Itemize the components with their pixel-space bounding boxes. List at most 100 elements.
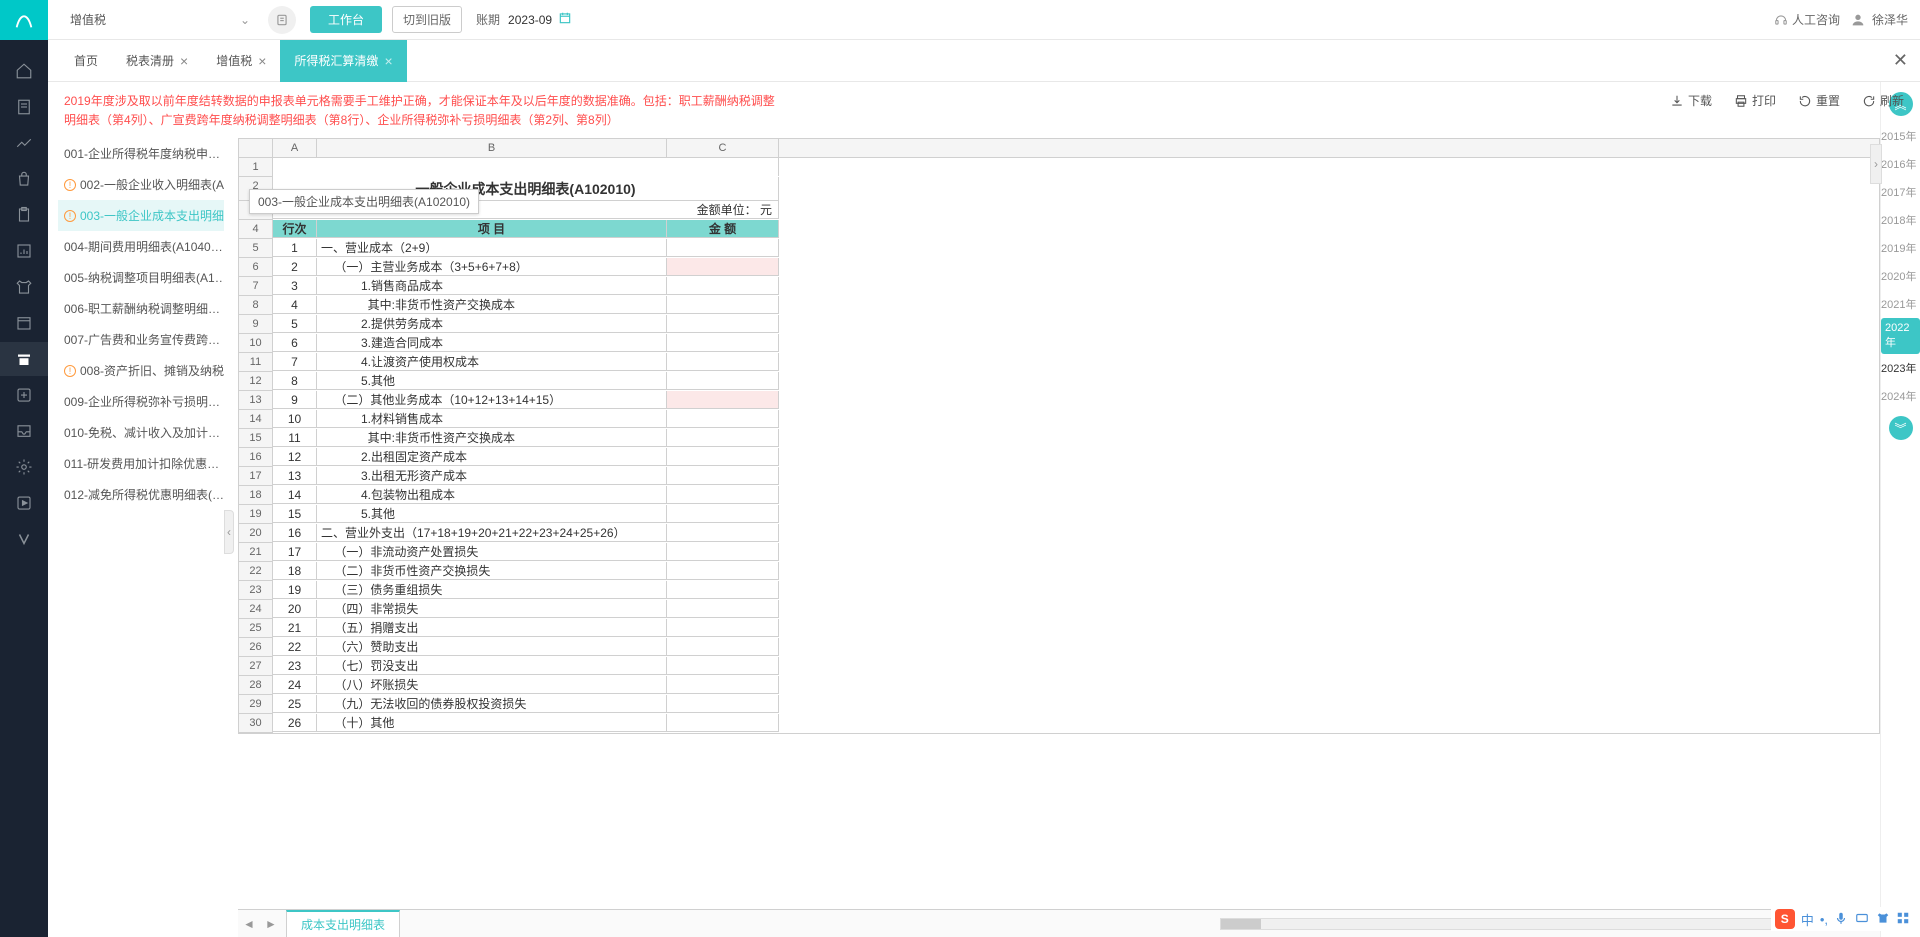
cell[interactable]: 25 — [273, 695, 317, 713]
cell[interactable] — [667, 486, 779, 504]
cell[interactable]: （一）非流动资产处置损失 — [317, 543, 667, 561]
row-header[interactable]: 9 — [239, 315, 273, 334]
form-list-item[interactable]: !003-一般企业成本支出明细… — [58, 200, 224, 231]
cell[interactable]: 23 — [273, 657, 317, 675]
cell[interactable]: 二、营业外支出（17+18+19+20+21+22+23+24+25+26） — [317, 524, 667, 542]
cell[interactable]: （七）罚没支出 — [317, 657, 667, 675]
year-item[interactable]: 2020年 — [1881, 262, 1920, 290]
cell[interactable] — [667, 505, 779, 523]
form-list-item[interactable]: 005-纳税调整项目明细表(A1… — [58, 262, 224, 293]
nav-play-icon[interactable] — [0, 486, 48, 520]
tab-close-icon[interactable]: × — [258, 53, 266, 69]
cell[interactable]: 9 — [273, 391, 317, 409]
ime-logo-icon[interactable]: S — [1775, 909, 1795, 929]
row-header[interactable]: 6 — [239, 258, 273, 277]
user-menu[interactable]: 徐泽华 — [1850, 11, 1908, 28]
row-header[interactable]: 20 — [239, 524, 273, 543]
col-header-b[interactable]: B — [317, 139, 667, 157]
row-header[interactable]: 26 — [239, 638, 273, 657]
refresh-button[interactable]: 刷新 — [1862, 92, 1904, 109]
cell[interactable]: 2 — [273, 258, 317, 276]
toggle-round-button[interactable] — [268, 6, 296, 34]
tab[interactable]: 所得税汇算清缴× — [280, 40, 406, 82]
cell[interactable]: 3.建造合同成本 — [317, 334, 667, 352]
cell[interactable]: 17 — [273, 543, 317, 561]
year-scroll-down[interactable]: ︾ — [1889, 416, 1913, 440]
row-header[interactable]: 23 — [239, 581, 273, 600]
cell[interactable] — [667, 562, 779, 580]
nav-chart-icon[interactable] — [0, 126, 48, 160]
workspace-button[interactable]: 工作台 — [310, 6, 382, 33]
form-list-item[interactable]: 007-广告费和业务宣传费跨… — [58, 324, 224, 355]
nav-calendar-icon[interactable] — [0, 306, 48, 340]
cell[interactable] — [667, 239, 779, 257]
form-list-item[interactable]: 001-企业所得税年度纳税申… — [58, 138, 224, 169]
cell[interactable]: 5.其他 — [317, 505, 667, 523]
collapse-forms-handle[interactable]: ‹ — [224, 510, 234, 554]
nav-v-icon[interactable] — [0, 522, 48, 556]
cell[interactable]: 2.出租固定资产成本 — [317, 448, 667, 466]
row-header[interactable]: 14 — [239, 410, 273, 429]
form-list-item[interactable]: 011-研发费用加计扣除优惠… — [58, 448, 224, 479]
row-header[interactable]: 5 — [239, 239, 273, 258]
close-all-tabs-icon[interactable]: ✕ — [1893, 50, 1908, 71]
cell[interactable]: （十）其他 — [317, 714, 667, 732]
ime-mic-icon[interactable] — [1834, 911, 1848, 928]
cell[interactable]: 3.出租无形资产成本 — [317, 467, 667, 485]
cell[interactable] — [667, 391, 779, 409]
calendar-icon[interactable] — [558, 11, 572, 28]
cell[interactable]: 4.包装物出租成本 — [317, 486, 667, 504]
tax-type-dropdown[interactable]: 增值税 ⌄ — [60, 6, 260, 34]
cell[interactable]: （一）主营业务成本（3+5+6+7+8） — [317, 258, 667, 276]
cell[interactable]: （四）非常损失 — [317, 600, 667, 618]
scroll-thumb[interactable] — [1221, 919, 1261, 929]
cell[interactable]: 5.其他 — [317, 372, 667, 390]
nav-cloud-icon[interactable] — [0, 378, 48, 412]
cell[interactable]: 16 — [273, 524, 317, 542]
row-header[interactable]: 12 — [239, 372, 273, 391]
row-header[interactable]: 10 — [239, 334, 273, 353]
cell[interactable]: 一、营业成本（2+9） — [317, 239, 667, 257]
cell[interactable]: （五）捐赠支出 — [317, 619, 667, 637]
nav-bag-icon[interactable] — [0, 162, 48, 196]
row-header[interactable]: 19 — [239, 505, 273, 524]
nav-report-icon[interactable] — [0, 234, 48, 268]
cell[interactable]: 4 — [273, 296, 317, 314]
form-list-item[interactable]: !002-一般企业收入明细表(A… — [58, 169, 224, 200]
expand-right-handle[interactable]: › — [1870, 144, 1882, 184]
cell[interactable]: 5 — [273, 315, 317, 333]
row-header[interactable]: 7 — [239, 277, 273, 296]
spreadsheet[interactable]: A B C 1 2一般企业成本支出明细表(A102010) 003-一般企业成本… — [238, 138, 1880, 734]
tab-close-icon[interactable]: × — [384, 53, 392, 69]
cell[interactable]: 其中:非货币性资产交换成本 — [317, 429, 667, 447]
cell[interactable]: 22 — [273, 638, 317, 656]
sheet-nav-next[interactable]: ► — [260, 913, 282, 935]
col-header-c[interactable]: C — [667, 139, 779, 157]
cell[interactable] — [667, 296, 779, 314]
cell[interactable]: 1.销售商品成本 — [317, 277, 667, 295]
cell[interactable] — [667, 372, 779, 390]
cell[interactable]: 21 — [273, 619, 317, 637]
form-list-item[interactable]: 006-职工薪酬纳税调整明细… — [58, 293, 224, 324]
cell[interactable] — [667, 277, 779, 295]
cell[interactable]: 13 — [273, 467, 317, 485]
cell[interactable]: 20 — [273, 600, 317, 618]
cell[interactable]: 26 — [273, 714, 317, 732]
print-button[interactable]: 打印 — [1734, 92, 1776, 109]
download-button[interactable]: 下载 — [1670, 92, 1712, 109]
cell[interactable] — [667, 448, 779, 466]
sheet-tab[interactable]: 成本支出明细表 — [286, 910, 400, 937]
nav-shirt-icon[interactable] — [0, 270, 48, 304]
nav-doc-icon[interactable] — [0, 90, 48, 124]
nav-inbox-icon[interactable] — [0, 414, 48, 448]
year-item[interactable]: 2016年 — [1881, 150, 1920, 178]
cell[interactable]: 18 — [273, 562, 317, 580]
cell[interactable] — [667, 334, 779, 352]
year-item[interactable]: 2024年 — [1881, 382, 1920, 410]
row-header[interactable]: 13 — [239, 391, 273, 410]
row-header[interactable]: 4 — [239, 220, 273, 239]
row-header[interactable]: 22 — [239, 562, 273, 581]
cell[interactable]: 19 — [273, 581, 317, 599]
cell[interactable]: （九）无法收回的债券股权投资损失 — [317, 695, 667, 713]
row-header[interactable]: 24 — [239, 600, 273, 619]
